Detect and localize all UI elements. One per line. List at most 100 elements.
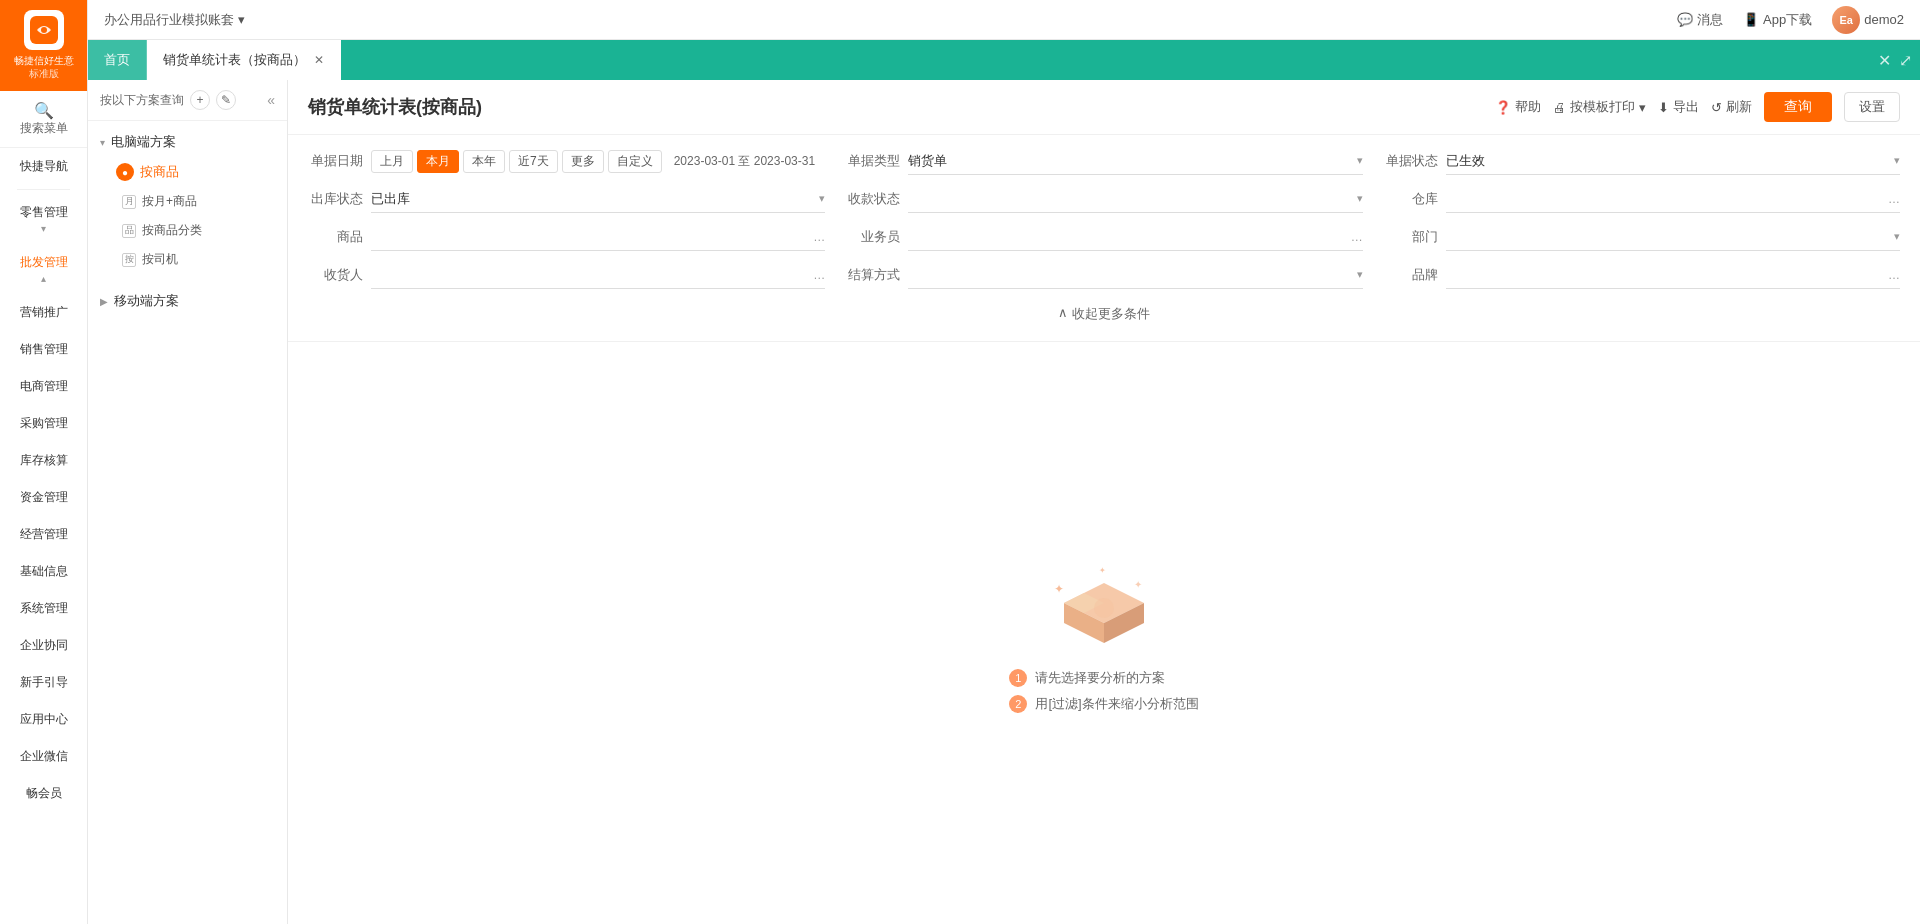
sidebar-item-system[interactable]: 系统管理 [0, 590, 87, 627]
sidebar-item-appcenter[interactable]: 应用中心 [0, 701, 87, 738]
doc-type-control[interactable]: 销货单 ▾ [908, 147, 1362, 175]
add-icon: + [196, 93, 203, 107]
marketing-label: 营销推广 [20, 304, 68, 321]
tab-sales-stat[interactable]: 销货单统计表（按商品） ✕ [147, 40, 341, 80]
date-this-month-btn[interactable]: 本月 [417, 150, 459, 173]
by-month-product-icon: 月 [122, 195, 136, 209]
date-more-btn[interactable]: 更多 [562, 150, 604, 173]
sidebar-item-collab[interactable]: 企业协同 [0, 627, 87, 664]
page-actions: ❓ 帮助 🖨 按模板打印 ▾ ⬇ 导出 ↺ 刷新 [1495, 92, 1900, 122]
collapse-conditions-btn[interactable]: ∧ 收起更多条件 [308, 299, 1900, 329]
tabbar: 首页 销货单统计表（按商品） ✕ ✕ ⤢ [88, 40, 1920, 80]
svg-point-1 [41, 27, 47, 33]
filter-dept: 部门 ▾ [1383, 223, 1900, 251]
tree-mobile-parent[interactable]: ▶ 移动端方案 [88, 286, 287, 316]
tab-maximize-icon[interactable]: ⤢ [1899, 51, 1912, 70]
tree-pc-parent[interactable]: ▾ 电脑端方案 [88, 127, 287, 157]
sidebar-item-basic[interactable]: 基础信息 [0, 553, 87, 590]
brand-control[interactable]: … [1446, 261, 1900, 289]
message-icon: 💬 [1677, 12, 1693, 27]
recv-status-arrow: ▾ [1357, 192, 1363, 205]
date-this-year-btn[interactable]: 本年 [463, 150, 505, 173]
add-scheme-btn[interactable]: + [190, 90, 210, 110]
sidebar-item-retail[interactable]: 零售管理 ▾ [0, 194, 87, 244]
message-btn[interactable]: 💬 消息 [1677, 11, 1723, 29]
app-download-icon: 📱 [1743, 12, 1759, 27]
sidebar-item-marketing[interactable]: 营销推广 [0, 294, 87, 331]
workspace-dropdown[interactable]: 办公用品行业模拟账套 ▾ [104, 11, 245, 29]
sidebar-item-inventory[interactable]: 库存核算 [0, 442, 87, 479]
wholesale-arrow: ▴ [41, 273, 46, 284]
settlement-control[interactable]: ▾ [908, 261, 1362, 289]
sidebar-search[interactable]: 🔍 搜索菜单 [0, 91, 87, 148]
tip-num-2: 2 [1009, 695, 1027, 713]
collapse-panel-btn[interactable]: « [267, 92, 275, 108]
doc-type-value: 销货单 [908, 152, 1356, 170]
empty-tip-2: 2 用[过滤]条件来缩小分析范围 [1009, 695, 1198, 713]
tab-close-icon[interactable]: ✕ [314, 53, 324, 67]
by-cashier-icon: 按 [122, 253, 136, 267]
tab-home[interactable]: 首页 [88, 40, 147, 80]
doc-status-value: 已生效 [1446, 152, 1894, 170]
doc-status-control[interactable]: 已生效 ▾ [1446, 147, 1900, 175]
app-sub-label: 标准版 [29, 67, 59, 81]
svg-text:✦: ✦ [1099, 566, 1106, 575]
recv-status-control[interactable]: ▾ [908, 185, 1362, 213]
app-download-btn[interactable]: 📱 App下载 [1743, 11, 1812, 29]
tree-child-by-product[interactable]: ● 按商品 [88, 157, 287, 187]
filter-date: 单据日期 上月 本月 本年 近7天 更多 自定义 2023-03-01 至 20… [308, 150, 825, 173]
sidebar-item-member[interactable]: 畅会员 [0, 775, 87, 812]
tree-sub-by-month-product[interactable]: 月 按月+商品 [88, 187, 287, 216]
tree-mobile-expand-icon: ▶ [100, 296, 108, 307]
settings-btn[interactable]: 设置 [1844, 92, 1900, 122]
out-status-arrow: ▾ [819, 192, 825, 205]
recipient-control[interactable]: … [371, 261, 825, 289]
tree-sub-by-cashier[interactable]: 按 按司机 [88, 245, 287, 274]
export-btn[interactable]: ⬇ 导出 [1658, 98, 1699, 116]
sidebar-quick-nav[interactable]: 快捷导航 [0, 148, 87, 185]
tab-close-all-icon[interactable]: ✕ [1878, 51, 1891, 70]
avatar-text: Ea [1840, 14, 1853, 26]
avatar: Ea [1832, 6, 1860, 34]
sidebar-item-guide[interactable]: 新手引导 [0, 664, 87, 701]
page-body: 按以下方案查询 + ✎ « ▾ 电脑端方案 ● 按商品 [88, 80, 1920, 924]
workspace-dropdown-arrow: ▾ [238, 12, 245, 27]
help-btn[interactable]: ❓ 帮助 [1495, 98, 1541, 116]
sidebar-item-ecom[interactable]: 电商管理 [0, 368, 87, 405]
tab-sales-stat-label: 销货单统计表（按商品） [163, 51, 306, 69]
sidebar-item-purchase[interactable]: 采购管理 [0, 405, 87, 442]
print-template-btn[interactable]: 🖨 按模板打印 ▾ [1553, 98, 1646, 116]
export-icon: ⬇ [1658, 100, 1669, 115]
out-status-control[interactable]: 已出库 ▾ [371, 185, 825, 213]
salesperson-more: … [1351, 230, 1363, 244]
empty-tip-1: 1 请先选择要分析的方案 [1009, 669, 1198, 687]
query-btn[interactable]: 查询 [1764, 92, 1832, 122]
refresh-label: 刷新 [1726, 98, 1752, 116]
refresh-btn[interactable]: ↺ 刷新 [1711, 98, 1752, 116]
edit-scheme-btn[interactable]: ✎ [216, 90, 236, 110]
sidebar-item-corpwx[interactable]: 企业微信 [0, 738, 87, 775]
warehouse-control[interactable]: … [1446, 185, 1900, 213]
date-prev-month-btn[interactable]: 上月 [371, 150, 413, 173]
by-category-icon: 品 [122, 224, 136, 238]
date-custom-btn[interactable]: 自定义 [608, 150, 662, 173]
sidebar-item-sales[interactable]: 销售管理 [0, 331, 87, 368]
date-last7days-btn[interactable]: 近7天 [509, 150, 558, 173]
system-label: 系统管理 [20, 600, 68, 617]
sidebar-item-operation[interactable]: 经营管理 [0, 516, 87, 553]
settlement-arrow: ▾ [1357, 268, 1363, 281]
user-profile[interactable]: Ea demo2 [1832, 6, 1904, 34]
edit-icon: ✎ [221, 93, 231, 107]
product-label: 商品 [308, 228, 363, 246]
logo-icon [24, 10, 64, 50]
sidebar-item-finance[interactable]: 资金管理 [0, 479, 87, 516]
product-control[interactable]: … [371, 223, 825, 251]
tree-sub-by-category[interactable]: 品 按商品分类 [88, 216, 287, 245]
dept-control[interactable]: ▾ [1446, 223, 1900, 251]
salesperson-control[interactable]: … [908, 223, 1362, 251]
app-logo: 畅捷信好生意 标准版 [0, 0, 87, 91]
print-icon: 🖨 [1553, 100, 1566, 115]
inventory-label: 库存核算 [20, 452, 68, 469]
topbar-right: 💬 消息 📱 App下载 Ea demo2 [1677, 6, 1904, 34]
sidebar-item-wholesale[interactable]: 批发管理 ▴ [0, 244, 87, 294]
